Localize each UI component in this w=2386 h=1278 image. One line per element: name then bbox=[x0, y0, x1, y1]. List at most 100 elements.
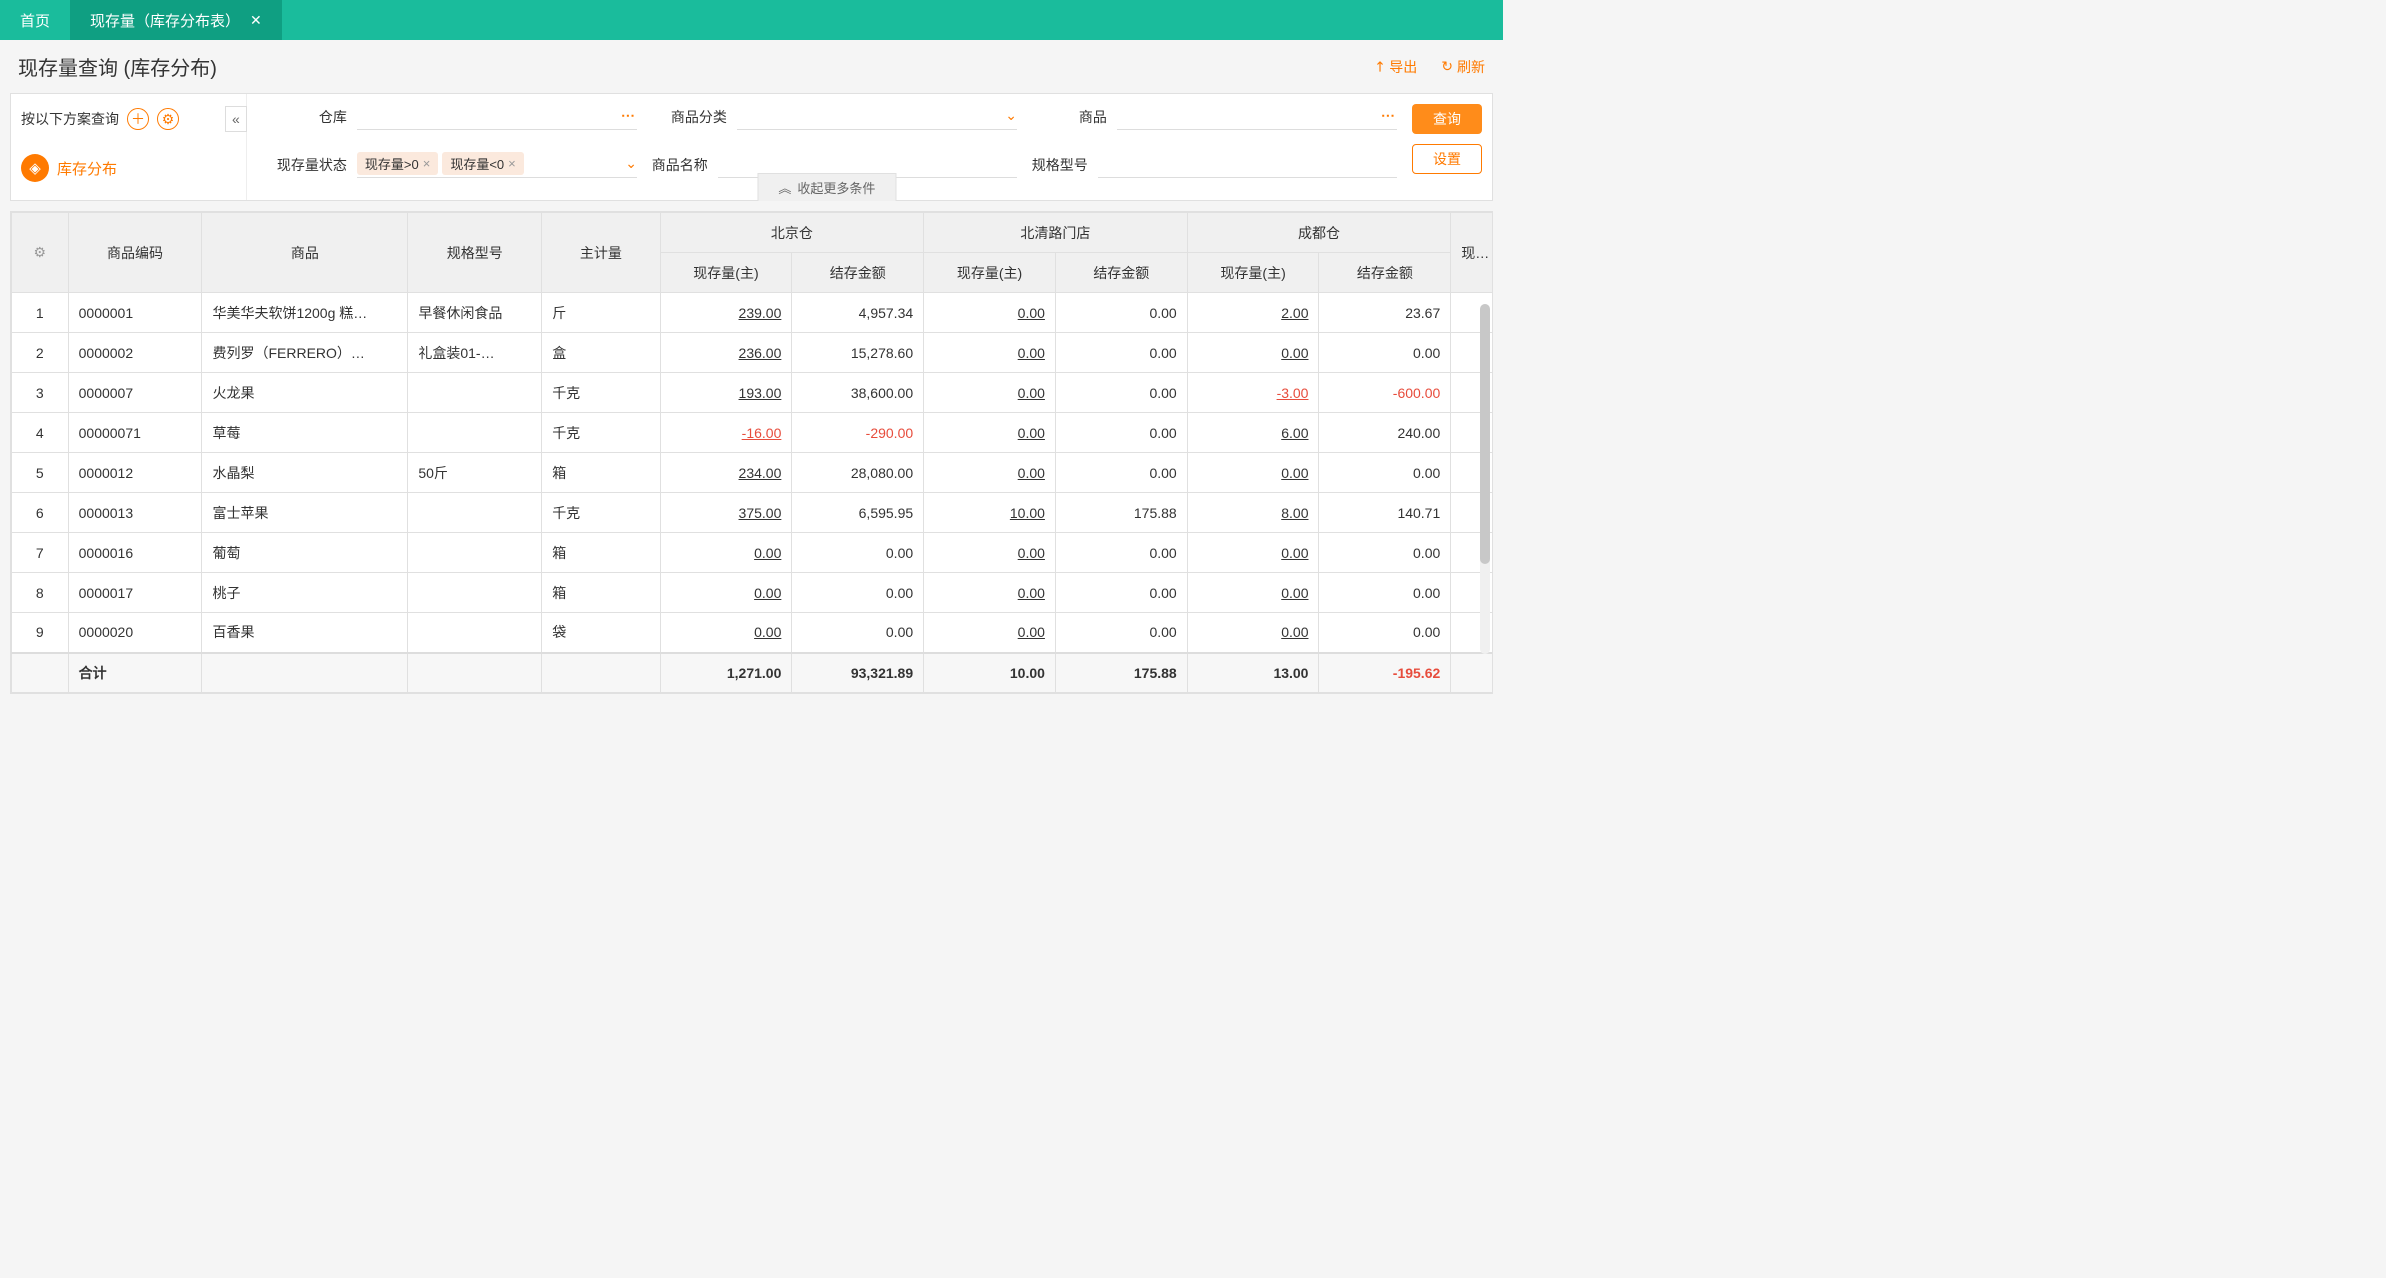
collapse-filters-button[interactable]: ︽ 收起更多条件 bbox=[757, 173, 896, 201]
refresh-button[interactable]: 刷新 bbox=[1441, 57, 1485, 77]
qty-link[interactable]: 0.00 bbox=[1281, 545, 1308, 561]
col-amt3[interactable]: 结存金额 bbox=[1319, 253, 1451, 293]
col-qty2[interactable]: 现存量(主) bbox=[924, 253, 1056, 293]
table-cell: 193.00 bbox=[660, 373, 792, 413]
gear-icon[interactable]: ⚙ bbox=[12, 213, 69, 293]
collapse-sidebar-button[interactable]: « bbox=[225, 106, 247, 132]
table-cell bbox=[408, 413, 542, 453]
chevron-down-icon[interactable]: ⌄ bbox=[1005, 107, 1017, 124]
table-row[interactable]: 80000017桃子箱0.000.000.000.000.000.00 bbox=[12, 573, 1493, 613]
qty-link[interactable]: 239.00 bbox=[739, 305, 782, 321]
table-cell: 早餐休闲食品 bbox=[408, 293, 542, 333]
qty-link[interactable]: 0.00 bbox=[1281, 345, 1308, 361]
qty-link[interactable]: 0.00 bbox=[1281, 465, 1308, 481]
qty-link[interactable]: 0.00 bbox=[1281, 624, 1308, 640]
remove-tag-icon[interactable]: × bbox=[508, 156, 516, 171]
qty-link[interactable]: 0.00 bbox=[754, 624, 781, 640]
category-input[interactable]: ⌄ bbox=[737, 104, 1017, 130]
qty-link[interactable]: 375.00 bbox=[739, 505, 782, 521]
qty-link[interactable]: 8.00 bbox=[1281, 505, 1308, 521]
scrollbar-thumb[interactable] bbox=[1480, 304, 1490, 564]
col-amt1[interactable]: 结存金额 bbox=[792, 253, 924, 293]
qty-link[interactable]: 234.00 bbox=[739, 465, 782, 481]
table-cell: 10.00 bbox=[924, 493, 1056, 533]
table-cell: 6.00 bbox=[1187, 413, 1319, 453]
table-footer-row: 合计 1,271.00 93,321.89 10.00 175.88 13.00… bbox=[12, 653, 1493, 693]
qty-link[interactable]: 193.00 bbox=[739, 385, 782, 401]
col-code[interactable]: 商品编码 bbox=[68, 213, 202, 293]
stock-tag-gt0[interactable]: 现存量>0× bbox=[357, 152, 438, 175]
refresh-label: 刷新 bbox=[1457, 57, 1485, 77]
stock-tag-lt0[interactable]: 现存量<0× bbox=[442, 152, 523, 175]
export-button[interactable]: 导出 bbox=[1374, 57, 1418, 77]
qty-link[interactable]: 0.00 bbox=[1018, 305, 1045, 321]
table-cell: 华美华夫软饼1200g 糕… bbox=[202, 293, 408, 333]
more-icon[interactable]: ⋯ bbox=[1381, 107, 1397, 124]
top-tabs: 首页 现存量（库存分布表） ✕ bbox=[0, 0, 1503, 40]
page-header: 现存量查询 (库存分布) 导出 刷新 bbox=[0, 40, 1503, 93]
vertical-scrollbar[interactable] bbox=[1480, 304, 1490, 654]
qty-link[interactable]: -16.00 bbox=[742, 425, 782, 441]
scheme-item-inventory[interactable]: ◈ 库存分布 bbox=[21, 154, 236, 182]
table-cell: 236.00 bbox=[660, 333, 792, 373]
qty-link[interactable]: 0.00 bbox=[1018, 385, 1045, 401]
qty-link[interactable]: 0.00 bbox=[1281, 585, 1308, 601]
col-last[interactable]: 现有 bbox=[1451, 213, 1492, 293]
col-amt2[interactable]: 结存金额 bbox=[1055, 253, 1187, 293]
col-wh2[interactable]: 北清路门店 bbox=[924, 213, 1188, 253]
product-input[interactable]: ⋯ bbox=[1117, 104, 1397, 130]
scheme-item-label: 库存分布 bbox=[57, 158, 117, 179]
table-row[interactable]: 10000001华美华夫软饼1200g 糕…早餐休闲食品斤239.004,957… bbox=[12, 293, 1493, 333]
qty-link[interactable]: 10.00 bbox=[1010, 505, 1045, 521]
qty-link[interactable]: 0.00 bbox=[1018, 545, 1045, 561]
stock-status-input[interactable]: 现存量>0× 现存量<0× ⌄ bbox=[357, 152, 637, 178]
table-cell: 0.00 bbox=[792, 613, 924, 653]
table-row[interactable]: 60000013富士苹果千克375.006,595.9510.00175.888… bbox=[12, 493, 1493, 533]
qty-link[interactable]: 6.00 bbox=[1281, 425, 1308, 441]
col-wh1[interactable]: 北京仓 bbox=[660, 213, 924, 253]
spec-input[interactable] bbox=[1098, 152, 1397, 178]
settings-button[interactable]: 设置 bbox=[1412, 144, 1482, 174]
add-scheme-button[interactable]: ＋ bbox=[127, 108, 149, 130]
table-cell: 0.00 bbox=[1055, 573, 1187, 613]
tab-home[interactable]: 首页 bbox=[0, 0, 70, 40]
tab-current[interactable]: 现存量（库存分布表） ✕ bbox=[70, 0, 282, 40]
table-row[interactable]: 20000002费列罗（FERRERO）…礼盒装01-…盒236.0015,27… bbox=[12, 333, 1493, 373]
refresh-icon bbox=[1441, 58, 1453, 75]
qty-link[interactable]: 0.00 bbox=[1018, 624, 1045, 640]
table-cell: -16.00 bbox=[660, 413, 792, 453]
col-wh3[interactable]: 成都仓 bbox=[1187, 213, 1451, 253]
qty-link[interactable]: 2.00 bbox=[1281, 305, 1308, 321]
chevron-down-icon[interactable]: ⌄ bbox=[625, 155, 637, 172]
table-row[interactable]: 70000016葡萄箱0.000.000.000.000.000.00 bbox=[12, 533, 1493, 573]
col-unit[interactable]: 主计量 bbox=[542, 213, 660, 293]
close-icon[interactable]: ✕ bbox=[250, 12, 262, 29]
table-cell: 0000007 bbox=[68, 373, 202, 413]
config-scheme-button[interactable]: ⚙ bbox=[157, 108, 179, 130]
qty-link[interactable]: 0.00 bbox=[1018, 585, 1045, 601]
query-button[interactable]: 查询 bbox=[1412, 104, 1482, 134]
table-cell: 0.00 bbox=[924, 413, 1056, 453]
table-cell: 2 bbox=[12, 333, 69, 373]
qty-link[interactable]: 0.00 bbox=[754, 585, 781, 601]
table-row[interactable]: 30000007火龙果千克193.0038,600.000.000.00-3.0… bbox=[12, 373, 1493, 413]
table-cell: 费列罗（FERRERO）… bbox=[202, 333, 408, 373]
qty-link[interactable]: 0.00 bbox=[1018, 345, 1045, 361]
col-qty3[interactable]: 现存量(主) bbox=[1187, 253, 1319, 293]
qty-link[interactable]: 0.00 bbox=[1018, 425, 1045, 441]
col-name[interactable]: 商品 bbox=[202, 213, 408, 293]
table-cell: 桃子 bbox=[202, 573, 408, 613]
table-row[interactable]: 50000012水晶梨50斤箱234.0028,080.000.000.000.… bbox=[12, 453, 1493, 493]
qty-link[interactable]: -3.00 bbox=[1277, 385, 1309, 401]
col-qty1[interactable]: 现存量(主) bbox=[660, 253, 792, 293]
warehouse-input[interactable]: ⋯ bbox=[357, 104, 637, 130]
qty-link[interactable]: 236.00 bbox=[739, 345, 782, 361]
table-row[interactable]: 400000071草莓千克-16.00-290.000.000.006.0024… bbox=[12, 413, 1493, 453]
remove-tag-icon[interactable]: × bbox=[423, 156, 431, 171]
stock-status-label: 现存量状态 bbox=[257, 155, 357, 175]
col-spec[interactable]: 规格型号 bbox=[408, 213, 542, 293]
table-row[interactable]: 90000020百香果袋0.000.000.000.000.000.00 bbox=[12, 613, 1493, 653]
more-icon[interactable]: ⋯ bbox=[621, 107, 637, 124]
qty-link[interactable]: 0.00 bbox=[1018, 465, 1045, 481]
qty-link[interactable]: 0.00 bbox=[754, 545, 781, 561]
